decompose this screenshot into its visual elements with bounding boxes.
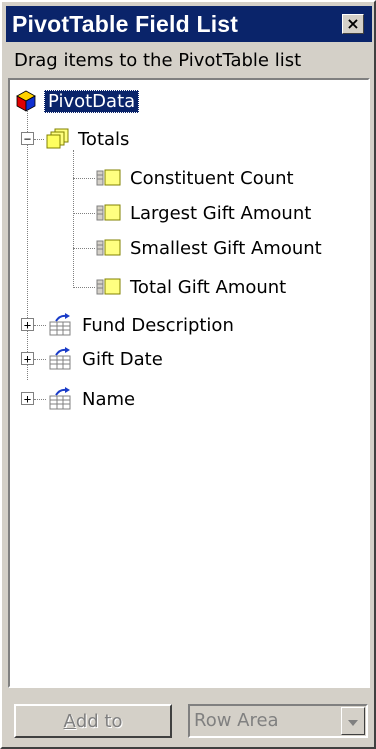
plus-icon: + (23, 317, 32, 332)
tree-root-pivotdata[interactable]: PivotData (16, 86, 140, 116)
total-field-icon (96, 202, 122, 224)
tree-node-label: Gift Date (82, 348, 163, 370)
plus-icon: + (23, 391, 32, 406)
tree-connector (34, 399, 46, 400)
tree-item-smallest-gift-amount[interactable]: Smallest Gift Amount (96, 233, 322, 263)
tree-node-label: Name (82, 388, 136, 410)
expand-gift-date-toggle[interactable]: + (21, 352, 34, 365)
add-to-label: dd to (75, 710, 123, 732)
minus-icon: − (23, 131, 32, 146)
area-select-value: Row Area (194, 710, 279, 731)
area-select[interactable]: Row Area (188, 704, 368, 738)
tree-connector (73, 213, 95, 214)
tree-item-label: Constituent Count (130, 167, 294, 189)
tree-connector (34, 359, 46, 360)
expand-fund-description-toggle[interactable]: + (21, 318, 34, 331)
tree-item-label: Largest Gift Amount (130, 202, 312, 224)
tree-connector (73, 287, 95, 288)
pivot-field-list-window: PivotTable Field List × Drag items to th… (0, 0, 376, 749)
collapse-totals-toggle[interactable]: − (21, 132, 34, 145)
dimension-field-icon (48, 313, 74, 337)
field-tree[interactable]: PivotData − Totals Constituent Count Lar… (8, 78, 370, 688)
tree-item-largest-gift-amount[interactable]: Largest Gift Amount (96, 198, 311, 228)
tree-item-label: Total Gift Amount (130, 276, 287, 298)
title-bar[interactable]: PivotTable Field List × (6, 6, 372, 42)
cube-icon (16, 90, 36, 112)
tree-connector (34, 139, 44, 140)
expand-name-toggle[interactable]: + (21, 392, 34, 405)
window-title: PivotTable Field List (12, 10, 239, 37)
footer-bar: Add to Row Area (8, 696, 372, 744)
tree-node-gift-date[interactable]: Gift Date (48, 344, 163, 374)
plus-icon: + (23, 351, 32, 366)
dropdown-button[interactable] (341, 707, 365, 735)
tree-root-label: PivotData (44, 89, 140, 113)
tree-node-name[interactable]: Name (48, 384, 135, 414)
close-icon: × (346, 14, 360, 33)
dimension-field-icon (48, 347, 74, 371)
tree-item-total-gift-amount[interactable]: Total Gift Amount (96, 272, 286, 302)
tree-item-constituent-count[interactable]: Constituent Count (96, 163, 294, 193)
instruction-text: Drag items to the PivotTable list (14, 50, 302, 71)
add-to-button[interactable]: Add to (14, 704, 172, 738)
tree-item-label: Smallest Gift Amount (130, 237, 322, 259)
tree-node-label: Fund Description (82, 314, 234, 336)
tree-connector (73, 178, 95, 179)
tree-node-totals[interactable]: Totals (46, 124, 129, 154)
dimension-field-icon (48, 387, 74, 411)
total-field-icon (96, 237, 122, 259)
close-button[interactable]: × (342, 14, 364, 34)
tree-node-fund-description[interactable]: Fund Description (48, 310, 234, 340)
totals-folder-icon (46, 128, 70, 150)
tree-connector (34, 325, 46, 326)
tree-node-label: Totals (78, 128, 130, 150)
chevron-down-icon (347, 712, 359, 731)
tree-connector (73, 248, 95, 249)
tree-connector (73, 150, 74, 288)
total-field-icon (96, 276, 122, 298)
add-to-accelerator: A (63, 710, 76, 732)
total-field-icon (96, 167, 122, 189)
